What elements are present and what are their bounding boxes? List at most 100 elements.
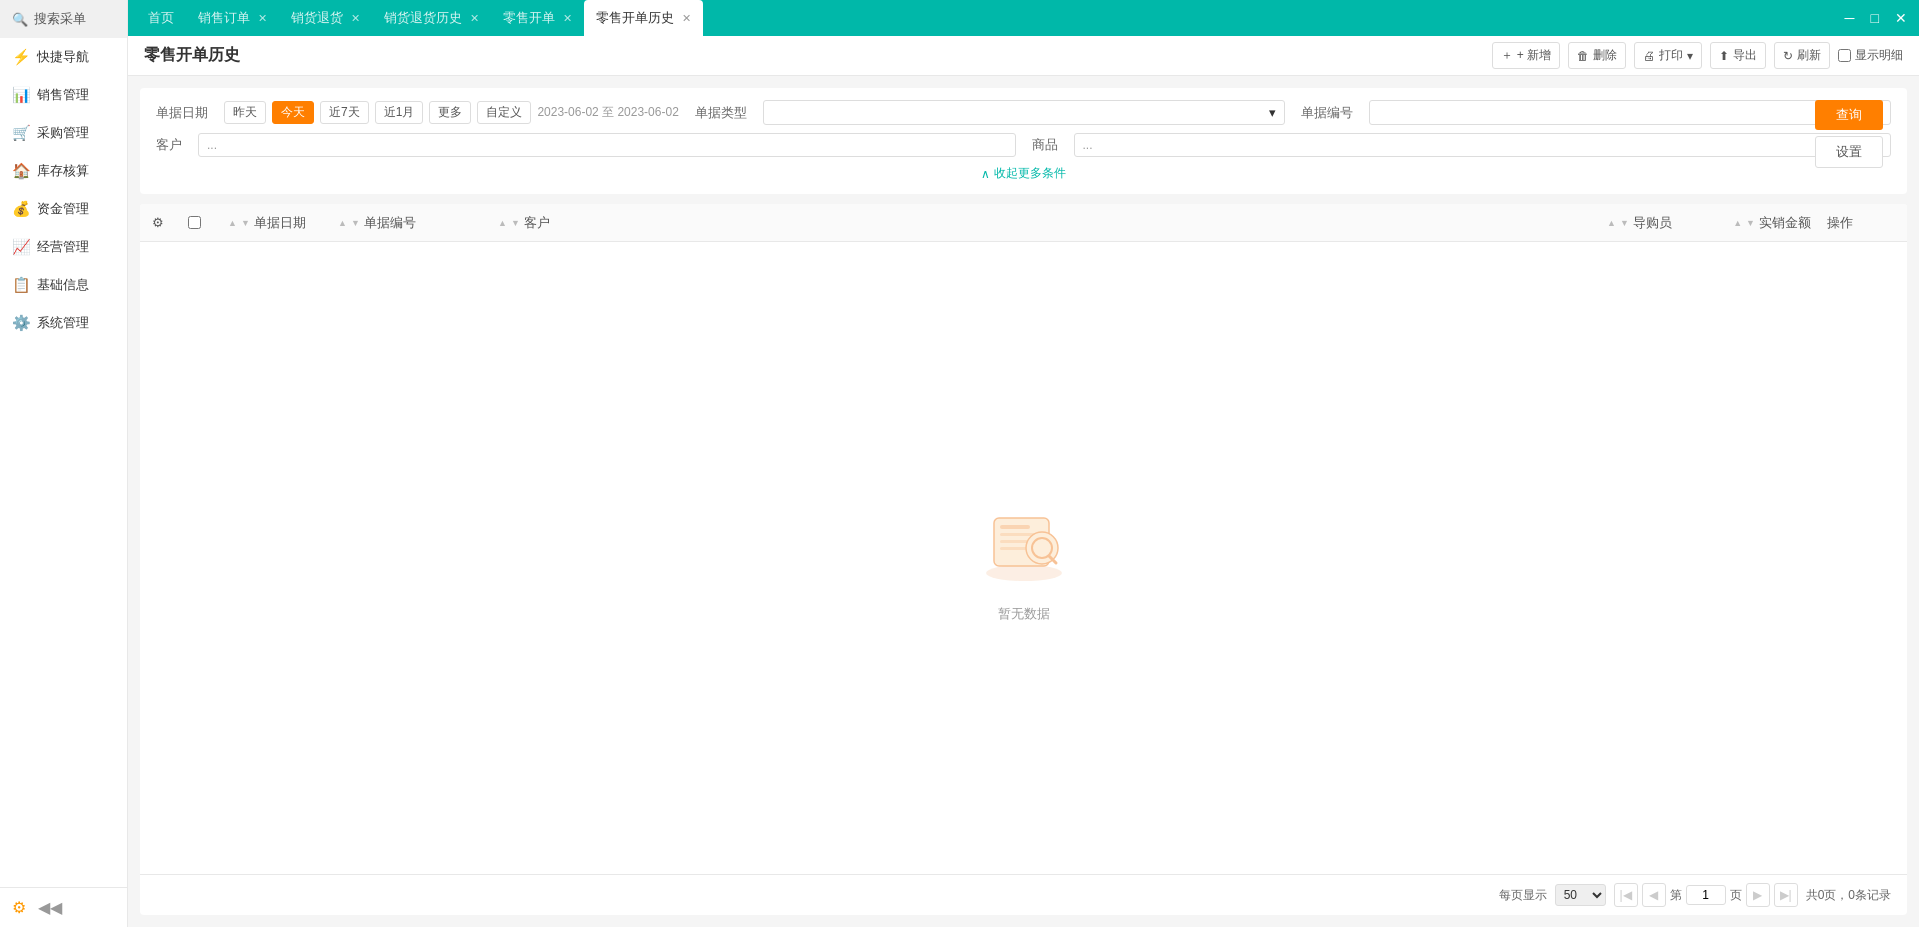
sidebar-item-basic-info[interactable]: 📋 基础信息 <box>0 266 127 304</box>
table-settings-icon[interactable]: ⚙ <box>152 215 164 230</box>
print-icon: 🖨 <box>1643 49 1655 63</box>
tab-sales-return-history-close[interactable]: ✕ <box>470 12 479 25</box>
th-checkbox[interactable] <box>184 216 220 229</box>
date-btn-custom[interactable]: 自定义 <box>477 101 531 124</box>
settings-icon[interactable]: ⚙ <box>12 898 26 917</box>
tab-retail-history-close[interactable]: ✕ <box>682 12 691 25</box>
tab-retail-open[interactable]: 零售开单 ✕ <box>491 0 584 36</box>
tab-retail-history-label: 零售开单历史 <box>596 9 674 27</box>
sidebar-item-label: 基础信息 <box>37 276 89 294</box>
tab-retail-history[interactable]: 零售开单历史 ✕ <box>584 0 703 36</box>
empty-state: 暂无数据 <box>140 242 1907 874</box>
pagination-nav: |◀ ◀ 第 页 ▶ ▶| <box>1614 883 1798 907</box>
main-area: 首页 销售订单 ✕ 销货退货 ✕ 销货退货历史 ✕ 零售开单 ✕ 零售开单历史 … <box>128 0 1919 927</box>
svg-rect-4 <box>1000 540 1028 543</box>
purchase-mgmt-icon: 🛒 <box>12 124 31 142</box>
export-button[interactable]: ⬆ 导出 <box>1710 42 1766 69</box>
sort-down-icon: ▼ <box>241 218 250 228</box>
filter-action-buttons: 查询 设置 <box>1815 100 1883 168</box>
svg-rect-2 <box>1000 525 1030 529</box>
sidebar-item-system-mgmt[interactable]: ⚙️ 系统管理 <box>0 304 127 342</box>
order-type-select[interactable]: ▾ <box>763 100 1285 125</box>
tab-sales-order[interactable]: 销售订单 ✕ <box>186 0 279 36</box>
sidebar-bottom: ⚙ ◀◀ <box>0 887 127 927</box>
next-page-btn[interactable]: ▶ <box>1746 883 1770 907</box>
date-btn-more[interactable]: 更多 <box>429 101 471 124</box>
order-type-chevron-icon: ▾ <box>1269 105 1276 120</box>
first-page-btn[interactable]: |◀ <box>1614 883 1638 907</box>
delete-button[interactable]: 🗑 删除 <box>1568 42 1626 69</box>
customer-select[interactable]: ... <box>198 133 1016 157</box>
display-detail-input[interactable] <box>1838 49 1851 62</box>
search-icon: 🔍 <box>12 12 28 27</box>
prev-page-btn[interactable]: ◀ <box>1642 883 1666 907</box>
date-btn-yesterday[interactable]: 昨天 <box>224 101 266 124</box>
sort-up-icon4: ▲ <box>1607 218 1616 228</box>
settings-button[interactable]: 设置 <box>1815 136 1883 168</box>
page-input[interactable] <box>1686 885 1726 905</box>
th-operation-label: 操作 <box>1827 214 1853 232</box>
query-button[interactable]: 查询 <box>1815 100 1883 130</box>
sidebar-item-inventory[interactable]: 🏠 库存核算 <box>0 152 127 190</box>
add-button[interactable]: ＋ + 新增 <box>1492 42 1560 69</box>
empty-illustration <box>974 493 1074 593</box>
basic-info-icon: 📋 <box>12 276 31 294</box>
tab-bar-right: ─ □ ✕ <box>1841 10 1911 26</box>
print-button[interactable]: 🖨 打印 ▾ <box>1634 42 1702 69</box>
date-btn-last-month[interactable]: 近1月 <box>375 101 424 124</box>
select-all-checkbox[interactable] <box>188 216 201 229</box>
delete-label: 删除 <box>1593 47 1617 64</box>
operations-icon: 📈 <box>12 238 31 256</box>
th-date: ▲ ▼ 单据日期 <box>220 214 330 232</box>
toolbar-actions: ＋ + 新增 🗑 删除 🖨 打印 ▾ ⬆ 导出 ↻ 刷新 显示 <box>1492 42 1903 69</box>
tab-sales-return[interactable]: 销货退货 ✕ <box>279 0 372 36</box>
tab-home[interactable]: 首页 <box>136 0 186 36</box>
filter-panel: 单据日期 昨天 今天 近7天 近1月 更多 自定义 2023-06-02 至 2… <box>140 88 1907 194</box>
th-customer-label: 客户 <box>524 214 550 232</box>
date-range-text: 2023-06-02 至 2023-06-02 <box>537 104 678 121</box>
refresh-button[interactable]: ↻ 刷新 <box>1774 42 1830 69</box>
order-no-input[interactable] <box>1369 100 1891 125</box>
page-suffix: 页 <box>1730 887 1742 904</box>
sidebar-search-label: 搜索采单 <box>34 10 86 28</box>
filter-collapse-btn[interactable]: ∧ 收起更多条件 <box>981 165 1066 182</box>
product-select[interactable]: ... <box>1074 133 1892 157</box>
tab-sales-order-close[interactable]: ✕ <box>258 12 267 25</box>
date-btn-last7[interactable]: 近7天 <box>320 101 369 124</box>
collapse-icon: ∧ <box>981 167 990 181</box>
sidebar-search[interactable]: 🔍 搜索采单 <box>0 0 127 38</box>
date-options: 昨天 今天 近7天 近1月 更多 自定义 2023-06-02 至 2023-0… <box>224 101 679 124</box>
sales-mgmt-icon: 📊 <box>12 86 31 104</box>
sidebar-item-sales-mgmt[interactable]: 📊 销售管理 <box>0 76 127 114</box>
tab-home-label: 首页 <box>148 9 174 27</box>
tab-sales-return-history[interactable]: 销货退货历史 ✕ <box>372 0 491 36</box>
print-label: 打印 <box>1659 47 1683 64</box>
window-restore-icon[interactable]: □ <box>1867 10 1883 26</box>
order-no-label: 单据编号 <box>1301 104 1353 122</box>
refresh-icon: ↻ <box>1783 49 1793 63</box>
per-page-select[interactable]: 50 10 20 100 <box>1555 884 1606 906</box>
display-detail-checkbox[interactable]: 显示明细 <box>1838 47 1903 64</box>
sidebar-item-label: 经营管理 <box>37 238 89 256</box>
tab-sales-order-label: 销售订单 <box>198 9 250 27</box>
last-page-btn[interactable]: ▶| <box>1774 883 1798 907</box>
tab-sales-return-close[interactable]: ✕ <box>351 12 360 25</box>
th-operation: 操作 <box>1819 214 1899 232</box>
sidebar-item-finance[interactable]: 💰 资金管理 <box>0 190 127 228</box>
date-btn-today[interactable]: 今天 <box>272 101 314 124</box>
date-filter-label: 单据日期 <box>156 104 208 122</box>
filter-row-2: 客户 ... 商品 ... <box>156 133 1891 157</box>
window-minimize-icon[interactable]: ─ <box>1841 10 1859 26</box>
sidebar-item-quick-nav[interactable]: ⚡ 快捷导航 <box>0 38 127 76</box>
th-settings[interactable]: ⚙ <box>148 215 184 230</box>
collapse-sidebar-icon[interactable]: ◀◀ <box>38 898 62 917</box>
sidebar-item-operations[interactable]: 📈 经营管理 <box>0 228 127 266</box>
sort-down-icon2: ▼ <box>351 218 360 228</box>
page-label: 第 <box>1670 887 1682 904</box>
tab-retail-open-close[interactable]: ✕ <box>563 12 572 25</box>
sort-up-icon5: ▲ <box>1733 218 1742 228</box>
window-close-icon[interactable]: ✕ <box>1891 10 1911 26</box>
table-header: ⚙ ▲ ▼ 单据日期 ▲ ▼ 单据编号 ▲ ▼ 客户 <box>140 204 1907 242</box>
sidebar-item-purchase-mgmt[interactable]: 🛒 采购管理 <box>0 114 127 152</box>
print-chevron-icon: ▾ <box>1687 49 1693 63</box>
